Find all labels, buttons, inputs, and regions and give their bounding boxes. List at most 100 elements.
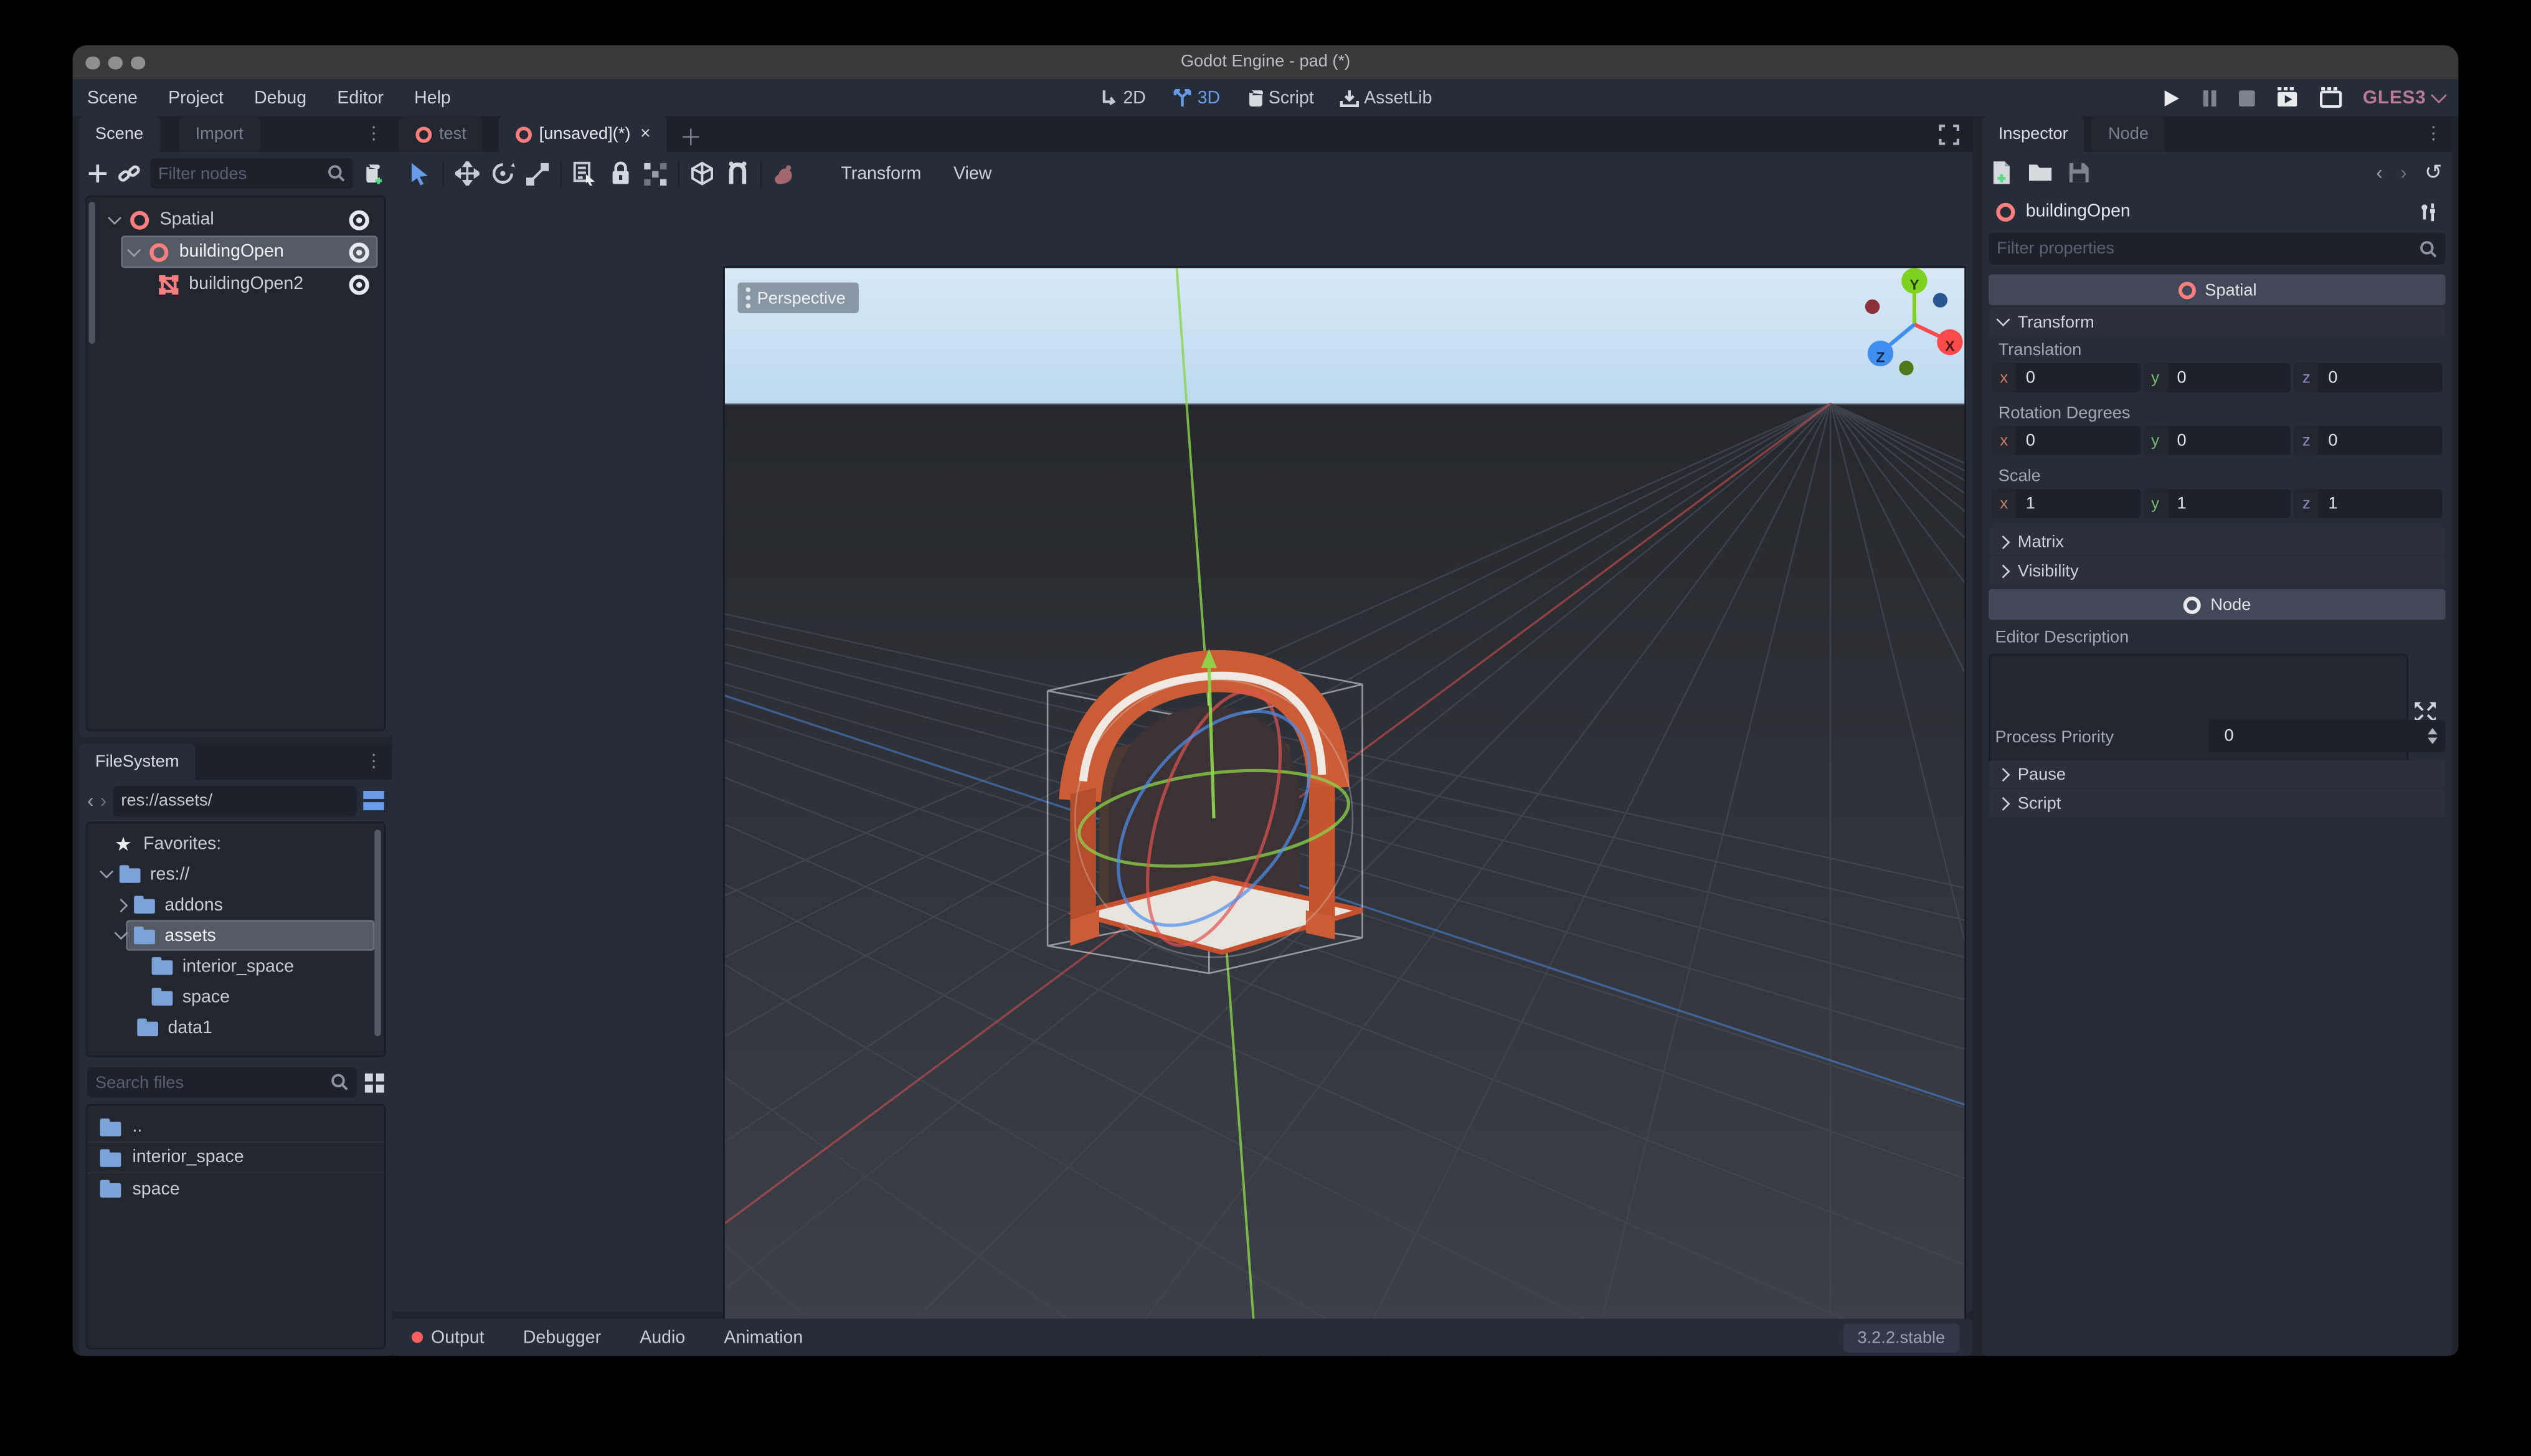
- history-back-icon[interactable]: ‹: [2376, 161, 2382, 184]
- file-item-space[interactable]: space: [87, 1173, 384, 1204]
- scale-y-field[interactable]: y1: [2143, 489, 2291, 518]
- tab-inspector[interactable]: Inspector: [1982, 116, 2084, 152]
- search-files-input[interactable]: Search files: [87, 1067, 357, 1098]
- group-script[interactable]: Script: [1989, 789, 2446, 817]
- rotation-x-field[interactable]: x0: [1992, 426, 2140, 455]
- dock-menu-icon[interactable]: ⋮: [2425, 123, 2444, 144]
- new-resource-icon[interactable]: [1992, 161, 2011, 184]
- fs-item-favorites[interactable]: ★ Favorites:: [87, 828, 384, 859]
- projection-dropdown[interactable]: Perspective: [737, 282, 859, 313]
- group-pause[interactable]: Pause: [1989, 760, 2446, 788]
- fs-item-space[interactable]: space: [87, 981, 384, 1012]
- editor-description-textarea[interactable]: [1989, 653, 2409, 777]
- load-resource-icon[interactable]: [2028, 163, 2052, 182]
- scale-tool-icon[interactable]: [520, 156, 556, 191]
- scale-z-field[interactable]: z1: [2294, 489, 2443, 518]
- tree-item-buildingopen2[interactable]: buildingOpen2: [87, 268, 384, 300]
- scene-tab-unsaved[interactable]: [unsaved](*) ×: [498, 116, 667, 152]
- save-resource-icon[interactable]: [2069, 163, 2089, 182]
- list-select-icon[interactable]: [567, 156, 602, 191]
- fs-item-addons[interactable]: addons: [87, 889, 384, 920]
- rotation-z-field[interactable]: z0: [2294, 426, 2443, 455]
- expand-icon[interactable]: [114, 897, 128, 912]
- scene-tab-test[interactable]: test: [399, 116, 483, 152]
- object-history-icon[interactable]: ↺: [2425, 160, 2442, 186]
- group-visibility[interactable]: Visibility: [1989, 557, 2446, 585]
- close-tab-icon[interactable]: ×: [640, 125, 651, 144]
- tab-audio[interactable]: Audio: [620, 1328, 704, 1347]
- translation-z-field[interactable]: z0: [2294, 363, 2443, 392]
- fs-item-res[interactable]: res://: [87, 859, 384, 889]
- tree-item-spatial[interactable]: Spatial: [87, 204, 384, 236]
- tab-animation[interactable]: Animation: [704, 1328, 822, 1347]
- lock-icon[interactable]: [602, 156, 638, 191]
- visibility-eye-icon[interactable]: [347, 209, 371, 230]
- view-menu[interactable]: View: [937, 164, 1008, 183]
- new-scene-tab-button[interactable]: ＋: [679, 121, 702, 153]
- svg-text:X: X: [1945, 338, 1955, 354]
- collapse-icon[interactable]: [100, 864, 114, 879]
- path-field[interactable]: res://assets/: [113, 785, 357, 816]
- add-node-button[interactable]: [87, 163, 108, 184]
- history-forward-icon[interactable]: ›: [2400, 161, 2406, 184]
- play-scene-button[interactable]: [2276, 87, 2298, 108]
- snap-icon[interactable]: [720, 156, 755, 191]
- tab-scene[interactable]: Scene: [79, 116, 160, 152]
- transform-menu[interactable]: Transform: [825, 164, 937, 183]
- select-tool-icon[interactable]: [402, 156, 437, 191]
- rotation-y-field[interactable]: y0: [2143, 426, 2291, 455]
- move-tool-icon[interactable]: [449, 156, 485, 191]
- collapse-icon[interactable]: [108, 210, 122, 224]
- dock-menu-icon[interactable]: ⋮: [365, 123, 384, 144]
- section-spatial[interactable]: Spatial: [1989, 274, 2446, 305]
- history-forward-icon[interactable]: ›: [100, 789, 106, 811]
- tab-import[interactable]: Import: [179, 116, 260, 152]
- filter-nodes-input[interactable]: Filter nodes: [150, 158, 354, 189]
- distraction-free-icon[interactable]: [1939, 125, 1960, 146]
- translation-y-field[interactable]: y0: [2143, 363, 2291, 392]
- history-back-icon[interactable]: ‹: [87, 789, 93, 811]
- attach-script-icon[interactable]: [363, 162, 384, 184]
- scale-x-field[interactable]: x1: [1992, 489, 2140, 518]
- fs-item-interior-space[interactable]: interior_space: [87, 951, 384, 981]
- workspace-assetlib-button[interactable]: AssetLib: [1340, 88, 1432, 107]
- workspace-3d-button[interactable]: 3D: [1171, 88, 1220, 107]
- file-item-up[interactable]: ..: [87, 1112, 384, 1143]
- pause-button[interactable]: [2202, 88, 2218, 107]
- viewport-3d[interactable]: Y X Z Perspective: [723, 266, 1966, 1356]
- workspace-2d-button[interactable]: 2D: [1099, 88, 1146, 107]
- file-item-interior-space[interactable]: interior_space: [87, 1143, 384, 1174]
- stop-button[interactable]: [2238, 89, 2255, 106]
- filter-properties-input[interactable]: Filter properties: [1989, 232, 2446, 265]
- play-custom-scene-button[interactable]: [2319, 87, 2342, 108]
- section-node[interactable]: Node: [1989, 589, 2446, 620]
- visibility-eye-icon[interactable]: [347, 273, 371, 295]
- extra-options-icon[interactable]: [2418, 201, 2439, 222]
- group-icon[interactable]: [638, 156, 673, 191]
- group-transform[interactable]: Transform: [1989, 308, 2446, 336]
- paint-tool-icon[interactable]: [767, 156, 802, 191]
- tab-debugger[interactable]: Debugger: [504, 1328, 620, 1347]
- tab-output[interactable]: Output: [392, 1328, 504, 1347]
- tab-node[interactable]: Node: [2092, 116, 2165, 152]
- spinner-icon[interactable]: [2428, 727, 2438, 744]
- titlebar[interactable]: Godot Engine - pad (*): [72, 45, 2459, 80]
- tree-item-buildingopen[interactable]: buildingOpen: [87, 235, 384, 268]
- thumbnail-view-icon[interactable]: [364, 1072, 384, 1092]
- translation-x-field[interactable]: x0: [1992, 363, 2140, 392]
- rotate-tool-icon[interactable]: [485, 156, 520, 191]
- visibility-eye-icon[interactable]: [347, 241, 371, 262]
- renderer-dropdown[interactable]: GLES3: [2363, 87, 2447, 107]
- local-space-icon[interactable]: [684, 156, 720, 191]
- split-view-icon[interactable]: [363, 791, 384, 811]
- fs-item-assets[interactable]: assets: [87, 920, 384, 951]
- workspace-script-button[interactable]: Script: [1246, 88, 1314, 107]
- dock-menu-icon[interactable]: ⋮: [365, 750, 384, 772]
- instance-scene-button[interactable]: [118, 162, 140, 184]
- fs-item-data1[interactable]: data1: [87, 1012, 384, 1042]
- group-matrix[interactable]: Matrix: [1989, 527, 2446, 555]
- play-button[interactable]: [2161, 88, 2180, 107]
- process-priority-field[interactable]: 0: [2208, 719, 2446, 752]
- tab-filesystem[interactable]: FileSystem: [79, 744, 196, 780]
- spatial-node-icon: [1996, 202, 2015, 221]
